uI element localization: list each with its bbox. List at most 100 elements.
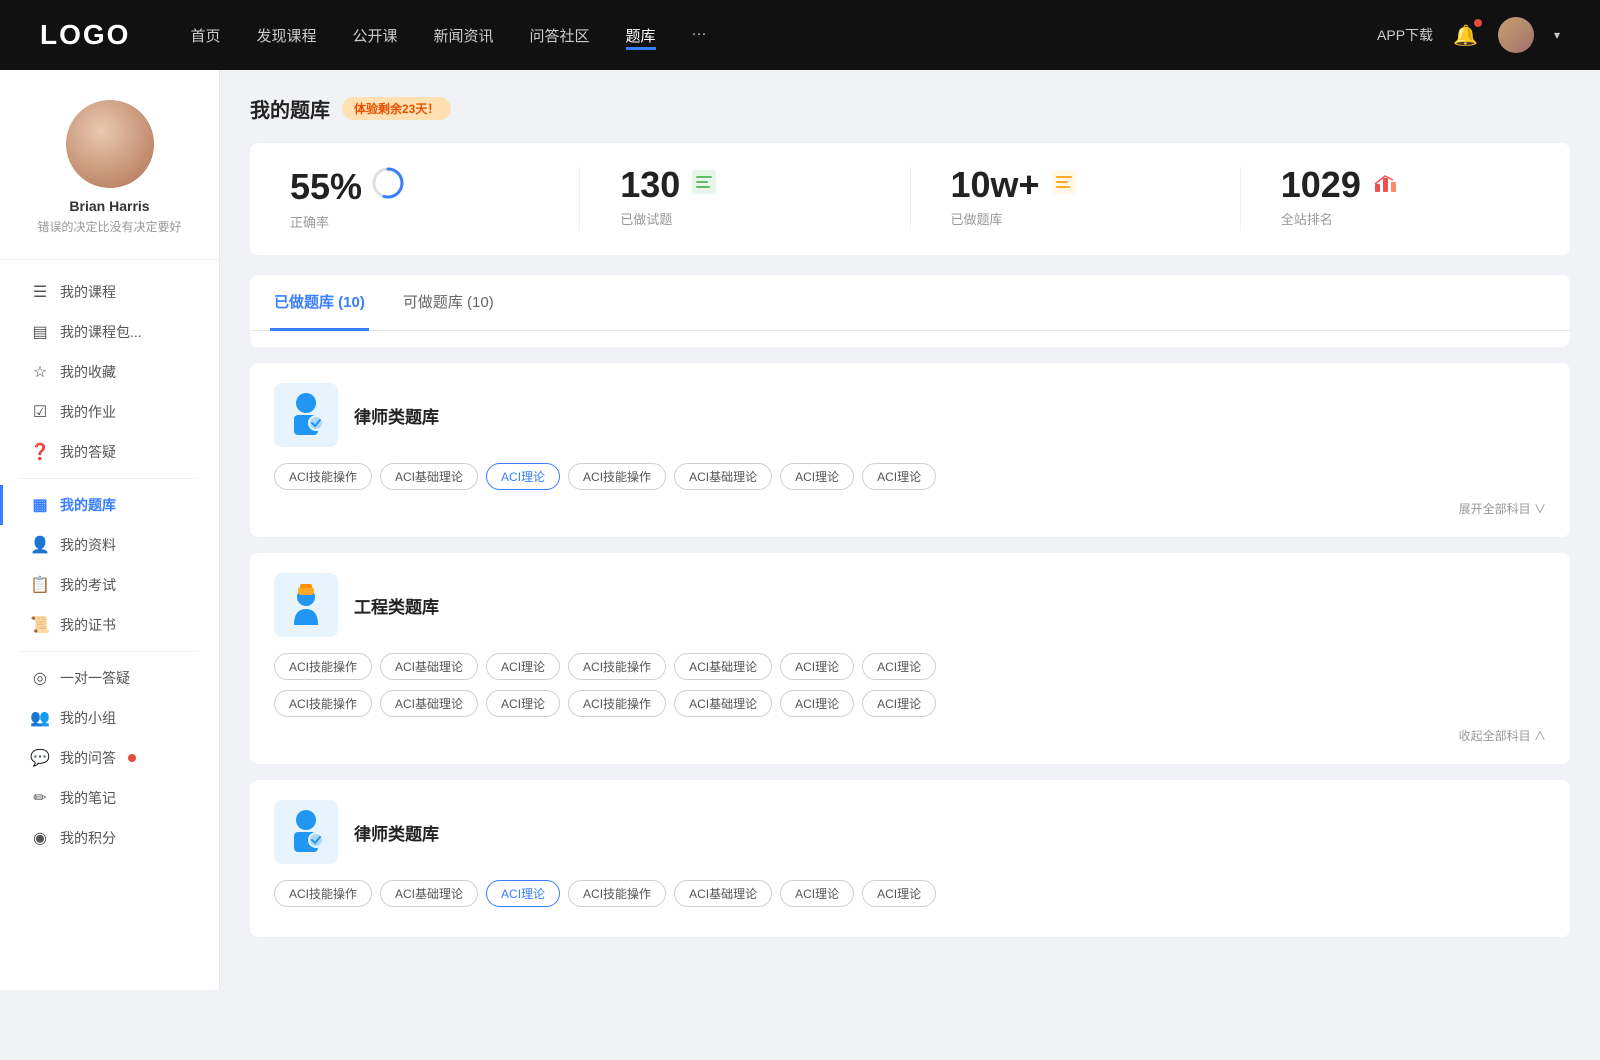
stat-done-banks: 10w+ 已做题库 xyxy=(911,167,1241,231)
sidebar-label-course-package: 我的课程包... xyxy=(60,322,142,342)
sidebar-item-points[interactable]: ◉ 我的积分 xyxy=(0,818,219,858)
qbank-expand-1[interactable]: 展开全部科目 ∨ xyxy=(274,500,1546,517)
qa-notification-dot xyxy=(128,754,136,762)
qbank-avatar-lawyer-2 xyxy=(274,800,338,864)
tag-2-10[interactable]: ACI技能操作 xyxy=(568,690,666,717)
sidebar-label-ask: 我的答疑 xyxy=(60,442,116,462)
notes-icon: ✏ xyxy=(30,788,50,808)
sidebar-label-homework: 我的作业 xyxy=(60,402,116,422)
sidebar-label-my-courses: 我的课程 xyxy=(60,282,116,302)
sidebar-item-my-qa[interactable]: 💬 我的问答 xyxy=(0,738,219,778)
my-qa-icon: 💬 xyxy=(30,748,50,768)
sidebar-item-notes[interactable]: ✏ 我的笔记 xyxy=(0,778,219,818)
stat-ranking: 1029 全站排名 xyxy=(1241,167,1570,231)
qbank-card-lawyer-1: 律师类题库 ACI技能操作 ACI基础理论 ACI理论 ACI技能操作 ACI基… xyxy=(250,363,1570,537)
stat-accuracy-label: 正确率 xyxy=(290,212,329,231)
course-icon: ☰ xyxy=(30,282,50,302)
sidebar-label-exam: 我的考试 xyxy=(60,575,116,595)
sidebar-label-questionbank: 我的题库 xyxy=(60,495,116,515)
sidebar-item-profile[interactable]: 👤 我的资料 xyxy=(0,525,219,565)
nav-home[interactable]: 首页 xyxy=(190,21,220,50)
tag-1-0[interactable]: ACI技能操作 xyxy=(274,463,372,490)
avatar[interactable] xyxy=(1498,17,1534,53)
qbank-header-3: 律师类题库 xyxy=(274,800,1546,864)
nav-more[interactable]: ··· xyxy=(692,21,707,50)
sidebar-item-course-package[interactable]: ▤ 我的课程包... xyxy=(0,312,219,352)
tag-1-4[interactable]: ACI基础理论 xyxy=(674,463,772,490)
tab-available[interactable]: 可做题库 (10) xyxy=(399,275,498,331)
stat-ranking-icon xyxy=(1371,168,1399,203)
sidebar-item-certificate[interactable]: 📜 我的证书 xyxy=(0,605,219,645)
qbank-title-2: 工程类题库 xyxy=(354,593,439,618)
sidebar-item-favorites[interactable]: ☆ 我的收藏 xyxy=(0,352,219,392)
tag-1-3[interactable]: ACI技能操作 xyxy=(568,463,666,490)
tag-2-1[interactable]: ACI基础理论 xyxy=(380,653,478,680)
qbank-tags-1: ACI技能操作 ACI基础理论 ACI理论 ACI技能操作 ACI基础理论 AC… xyxy=(274,463,1546,490)
sidebar-item-exam[interactable]: 📋 我的考试 xyxy=(0,565,219,605)
qbank-title-1: 律师类题库 xyxy=(354,403,439,428)
avatar-dropdown-arrow[interactable]: ▾ xyxy=(1554,28,1560,42)
page-title: 我的题库 xyxy=(250,94,330,123)
tag-2-7[interactable]: ACI技能操作 xyxy=(274,690,372,717)
tag-3-1[interactable]: ACI基础理论 xyxy=(380,880,478,907)
tag-1-5[interactable]: ACI理论 xyxy=(780,463,854,490)
qbank-tags-2-row2: ACI技能操作 ACI基础理论 ACI理论 ACI技能操作 ACI基础理论 AC… xyxy=(274,690,1546,717)
tag-3-6[interactable]: ACI理论 xyxy=(862,880,936,907)
logo[interactable]: LOGO xyxy=(40,19,130,51)
sidebar-item-my-courses[interactable]: ☰ 我的课程 xyxy=(0,272,219,312)
sidebar-avatar xyxy=(66,100,154,188)
nav-news[interactable]: 新闻资讯 xyxy=(434,21,494,50)
nav-discover[interactable]: 发现课程 xyxy=(256,21,316,50)
qbank-collapse-2[interactable]: 收起全部科目 ∧ xyxy=(274,727,1546,744)
tag-1-1[interactable]: ACI基础理论 xyxy=(380,463,478,490)
qbank-header-2: 工程类题库 xyxy=(274,573,1546,637)
sidebar-item-questionbank[interactable]: ▦ 我的题库 xyxy=(0,485,219,525)
bell-icon[interactable]: 🔔 xyxy=(1453,23,1478,48)
sidebar-item-ask[interactable]: ❓ 我的答疑 xyxy=(0,432,219,472)
nav-open-course[interactable]: 公开课 xyxy=(352,21,397,50)
sidebar-item-homework[interactable]: ☑ 我的作业 xyxy=(0,392,219,432)
tag-1-6[interactable]: ACI理论 xyxy=(862,463,936,490)
tag-3-2[interactable]: ACI理论 xyxy=(486,880,560,907)
tag-2-2[interactable]: ACI理论 xyxy=(486,653,560,680)
tag-2-8[interactable]: ACI基础理论 xyxy=(380,690,478,717)
tag-3-3[interactable]: ACI技能操作 xyxy=(568,880,666,907)
tag-3-0[interactable]: ACI技能操作 xyxy=(274,880,372,907)
tag-2-5[interactable]: ACI理论 xyxy=(780,653,854,680)
engineer-icon xyxy=(280,579,332,631)
qbank-tags-3: ACI技能操作 ACI基础理论 ACI理论 ACI技能操作 ACI基础理论 AC… xyxy=(274,880,1546,907)
star-icon: ☆ xyxy=(30,362,50,382)
tag-2-6[interactable]: ACI理论 xyxy=(862,653,936,680)
tag-3-5[interactable]: ACI理论 xyxy=(780,880,854,907)
qbank-title-3: 律师类题库 xyxy=(354,820,439,845)
nav-questionbank[interactable]: 题库 xyxy=(626,21,656,50)
lawyer-icon xyxy=(280,389,332,441)
sidebar-divider-1 xyxy=(20,478,199,479)
content-card-wrap: 已做题库 (10) 可做题库 (10) xyxy=(250,275,1570,347)
nav-qa[interactable]: 问答社区 xyxy=(530,21,590,50)
bell-badge xyxy=(1474,19,1482,27)
stat-done-top: 130 xyxy=(620,167,718,203)
tag-2-4[interactable]: ACI基础理论 xyxy=(674,653,772,680)
qbank-card-engineer: 工程类题库 ACI技能操作 ACI基础理论 ACI理论 ACI技能操作 ACI基… xyxy=(250,553,1570,764)
app-download[interactable]: APP下载 xyxy=(1377,25,1433,45)
tag-2-0[interactable]: ACI技能操作 xyxy=(274,653,372,680)
stats-row: 55% 正确率 130 xyxy=(250,143,1570,255)
tag-2-3[interactable]: ACI技能操作 xyxy=(568,653,666,680)
tag-3-4[interactable]: ACI基础理论 xyxy=(674,880,772,907)
tag-2-12[interactable]: ACI理论 xyxy=(780,690,854,717)
tab-done[interactable]: 已做题库 (10) xyxy=(270,275,369,331)
stat-banks-label: 已做题库 xyxy=(951,209,1003,228)
stat-ranking-label: 全站排名 xyxy=(1281,209,1333,228)
tag-2-11[interactable]: ACI基础理论 xyxy=(674,690,772,717)
tag-1-2[interactable]: ACI理论 xyxy=(486,463,560,490)
sidebar-item-one-on-one[interactable]: ◎ 一对一答疑 xyxy=(0,658,219,698)
tag-2-13[interactable]: ACI理论 xyxy=(862,690,936,717)
sidebar-item-group[interactable]: 👥 我的小组 xyxy=(0,698,219,738)
stat-banks-value: 10w+ xyxy=(951,167,1040,203)
sidebar-label-profile: 我的资料 xyxy=(60,535,116,555)
group-icon: 👥 xyxy=(30,708,50,728)
sidebar-label-one-on-one: 一对一答疑 xyxy=(60,668,130,688)
tag-2-9[interactable]: ACI理论 xyxy=(486,690,560,717)
stat-ranking-top: 1029 xyxy=(1281,167,1399,203)
